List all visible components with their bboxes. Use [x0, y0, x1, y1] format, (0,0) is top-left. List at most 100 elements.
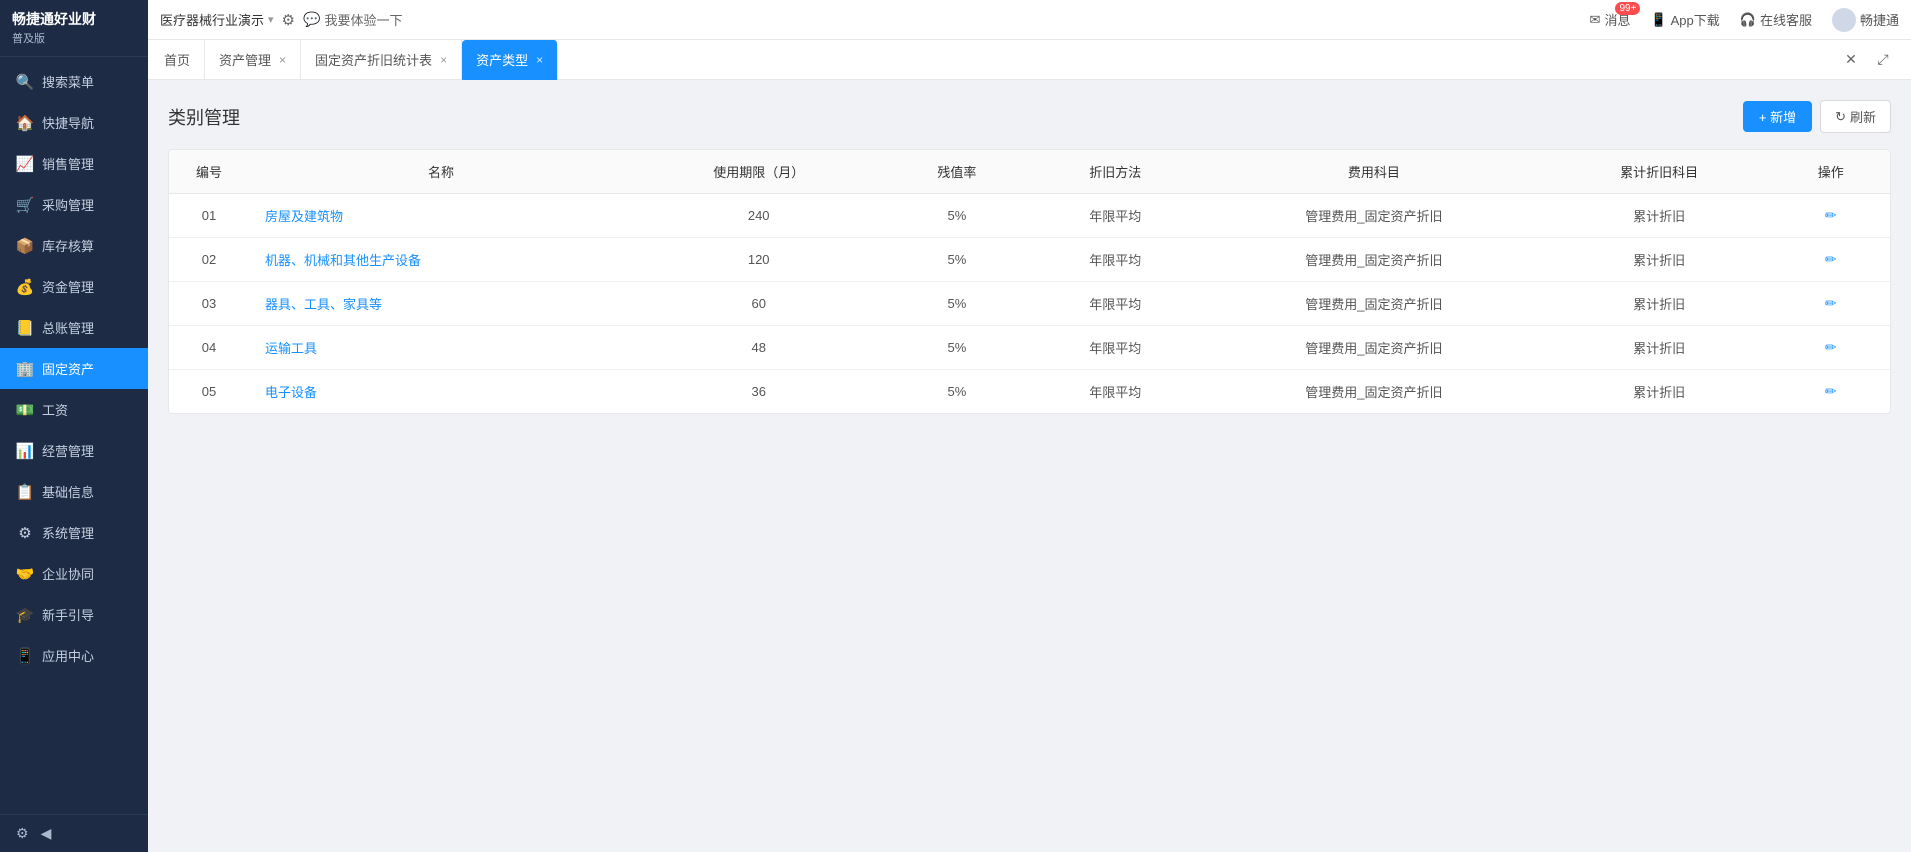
page-content: 类别管理 + 新增 ↻ 刷新 编号名称使用期限（月）残值率折旧方法费用科目累计折…	[148, 80, 1911, 852]
table-header: 编号名称使用期限（月）残值率折旧方法费用科目累计折旧科目操作	[169, 150, 1890, 194]
main-content: 医疗器械行业演示 ▾ ⚙ 💬 我要体验一下 ✉ 消息 99+ 📱 App下载 🎧…	[148, 0, 1911, 852]
sidebar-item-payroll[interactable]: 💵 工资	[0, 389, 148, 430]
sidebar-item-label: 采购管理	[42, 195, 94, 214]
tab-close-icon[interactable]: ×	[440, 53, 447, 67]
user-menu[interactable]: 畅捷通	[1832, 8, 1899, 32]
guide-icon: 🎓	[16, 606, 34, 624]
edit-icon[interactable]: ✏	[1825, 207, 1837, 223]
basic_info-icon: 📋	[16, 483, 34, 501]
sidebar-item-system[interactable]: ⚙ 系统管理	[0, 512, 148, 553]
collapse-icon[interactable]: ◀	[41, 825, 52, 842]
sidebar-item-quicknav[interactable]: 🏠 快捷导航	[0, 102, 148, 143]
edit-icon[interactable]: ✏	[1825, 339, 1837, 355]
sidebar-item-enterprise[interactable]: 🤝 企业协同	[0, 553, 148, 594]
sidebar-item-label: 基础信息	[42, 482, 94, 501]
tab-资产类型[interactable]: 资产类型 ×	[462, 40, 558, 80]
cell-actions: ✏	[1771, 282, 1890, 326]
topbar-gear-icon[interactable]: ⚙	[282, 11, 295, 29]
sidebar-item-operations[interactable]: 📊 经营管理	[0, 430, 148, 471]
col-残值率: 残值率	[884, 150, 1029, 194]
messages-button[interactable]: ✉ 消息 99+	[1590, 10, 1631, 29]
tab-label: 资产类型	[476, 50, 528, 69]
capital-icon: 💰	[16, 278, 34, 296]
sidebar-item-label: 快捷导航	[42, 113, 94, 132]
tab-首页[interactable]: 首页	[164, 40, 205, 80]
tab-close-icon[interactable]: ×	[536, 53, 543, 67]
company-selector[interactable]: 医疗器械行业演示 ▾	[160, 10, 274, 29]
tab-label: 资产管理	[219, 50, 271, 69]
tab-资产管理[interactable]: 资产管理 ×	[205, 40, 301, 80]
sidebar-item-inventory[interactable]: 📦 库存核算	[0, 225, 148, 266]
cell-name: 电子设备	[249, 370, 633, 414]
cell-accumulated: 累计折旧	[1547, 370, 1772, 414]
cell-code: 03	[169, 282, 249, 326]
payroll-icon: 💵	[16, 401, 34, 419]
sidebar-item-basic_info[interactable]: 📋 基础信息	[0, 471, 148, 512]
refresh-label: 刷新	[1850, 107, 1876, 126]
sidebar-item-search[interactable]: 🔍 搜索菜单	[0, 61, 148, 102]
sidebar-item-label: 搜索菜单	[42, 72, 94, 91]
ledger-icon: 📒	[16, 319, 34, 337]
cell-accumulated: 累计折旧	[1547, 282, 1772, 326]
cell-expense: 管理费用_固定资产折旧	[1201, 238, 1547, 282]
settings-icon[interactable]: ⚙	[16, 825, 29, 842]
sidebar-item-fixed_assets[interactable]: 🏢 固定资产	[0, 348, 148, 389]
sidebar-item-sales[interactable]: 📈 销售管理	[0, 143, 148, 184]
cell-code: 05	[169, 370, 249, 414]
feedback-button[interactable]: 💬 我要体验一下	[303, 10, 402, 29]
sidebar-item-label: 系统管理	[42, 523, 94, 542]
refresh-icon: ↻	[1835, 109, 1846, 125]
tab-固定资产折旧统计表[interactable]: 固定资产折旧统计表 ×	[301, 40, 462, 80]
enterprise-icon: 🤝	[16, 565, 34, 583]
sidebar-item-label: 总账管理	[42, 318, 94, 337]
feedback-icon: 💬	[303, 11, 320, 28]
edit-icon[interactable]: ✏	[1825, 383, 1837, 399]
refresh-button[interactable]: ↻ 刷新	[1820, 100, 1891, 133]
col-费用科目: 费用科目	[1201, 150, 1547, 194]
company-name: 医疗器械行业演示	[160, 10, 264, 29]
tab-label: 固定资产折旧统计表	[315, 50, 432, 69]
sidebar-item-capital[interactable]: 💰 资金管理	[0, 266, 148, 307]
new-button[interactable]: + 新增	[1743, 101, 1812, 132]
cell-period: 120	[633, 238, 884, 282]
maximize-button[interactable]: ⤢	[1871, 48, 1895, 72]
tabs-bar: 首页资产管理 × 固定资产折旧统计表 × 资产类型 × ✕ ⤢	[148, 40, 1911, 80]
app_center-icon: 📱	[16, 647, 34, 665]
sidebar-item-app_center[interactable]: 📱 应用中心	[0, 635, 148, 676]
avatar	[1832, 8, 1856, 32]
data-table: 编号名称使用期限（月）残值率折旧方法费用科目累计折旧科目操作 01 房屋及建筑物…	[168, 149, 1891, 414]
table-row: 03 器具、工具、家具等 60 5% 年限平均 管理费用_固定资产折旧 累计折旧…	[169, 282, 1890, 326]
cell-method: 年限平均	[1029, 370, 1201, 414]
feedback-label: 我要体验一下	[324, 10, 402, 29]
sidebar-item-ledger[interactable]: 📒 总账管理	[0, 307, 148, 348]
page-title: 类别管理	[168, 104, 240, 130]
cell-method: 年限平均	[1029, 194, 1201, 238]
table-body: 01 房屋及建筑物 240 5% 年限平均 管理费用_固定资产折旧 累计折旧 ✏…	[169, 194, 1890, 414]
cell-actions: ✏	[1771, 370, 1890, 414]
table-row: 02 机器、机械和其他生产设备 120 5% 年限平均 管理费用_固定资产折旧 …	[169, 238, 1890, 282]
purchase-icon: 🛒	[16, 196, 34, 214]
cell-expense: 管理费用_固定资产折旧	[1201, 194, 1547, 238]
table-row: 01 房屋及建筑物 240 5% 年限平均 管理费用_固定资产折旧 累计折旧 ✏	[169, 194, 1890, 238]
close-tab-button[interactable]: ✕	[1839, 48, 1863, 72]
quicknav-icon: 🏠	[16, 114, 34, 132]
inventory-icon: 📦	[16, 237, 34, 255]
sidebar-item-label: 企业协同	[42, 564, 94, 583]
edit-icon[interactable]: ✏	[1825, 251, 1837, 267]
sidebar-item-guide[interactable]: 🎓 新手引导	[0, 594, 148, 635]
sidebar-item-label: 经营管理	[42, 441, 94, 460]
page-actions: + 新增 ↻ 刷新	[1743, 100, 1891, 133]
edit-icon[interactable]: ✏	[1825, 295, 1837, 311]
online-service-button[interactable]: 🎧 在线客服	[1740, 10, 1812, 29]
app-download-button[interactable]: 📱 App下载	[1650, 10, 1719, 29]
messages-icon: ✉	[1590, 12, 1601, 28]
tab-close-icon[interactable]: ×	[279, 53, 286, 67]
sales-icon: 📈	[16, 155, 34, 173]
cell-accumulated: 累计折旧	[1547, 238, 1772, 282]
messages-badge: 99+	[1615, 2, 1640, 15]
topbar-right: ✉ 消息 99+ 📱 App下载 🎧 在线客服 畅捷通	[1590, 8, 1899, 32]
table-row: 05 电子设备 36 5% 年限平均 管理费用_固定资产折旧 累计折旧 ✏	[169, 370, 1890, 414]
cell-name: 器具、工具、家具等	[249, 282, 633, 326]
sidebar-item-purchase[interactable]: 🛒 采购管理	[0, 184, 148, 225]
sidebar: 畅捷通好业财 普及版 🔍 搜索菜单 🏠 快捷导航 📈 销售管理 🛒 采购管理 📦…	[0, 0, 148, 852]
